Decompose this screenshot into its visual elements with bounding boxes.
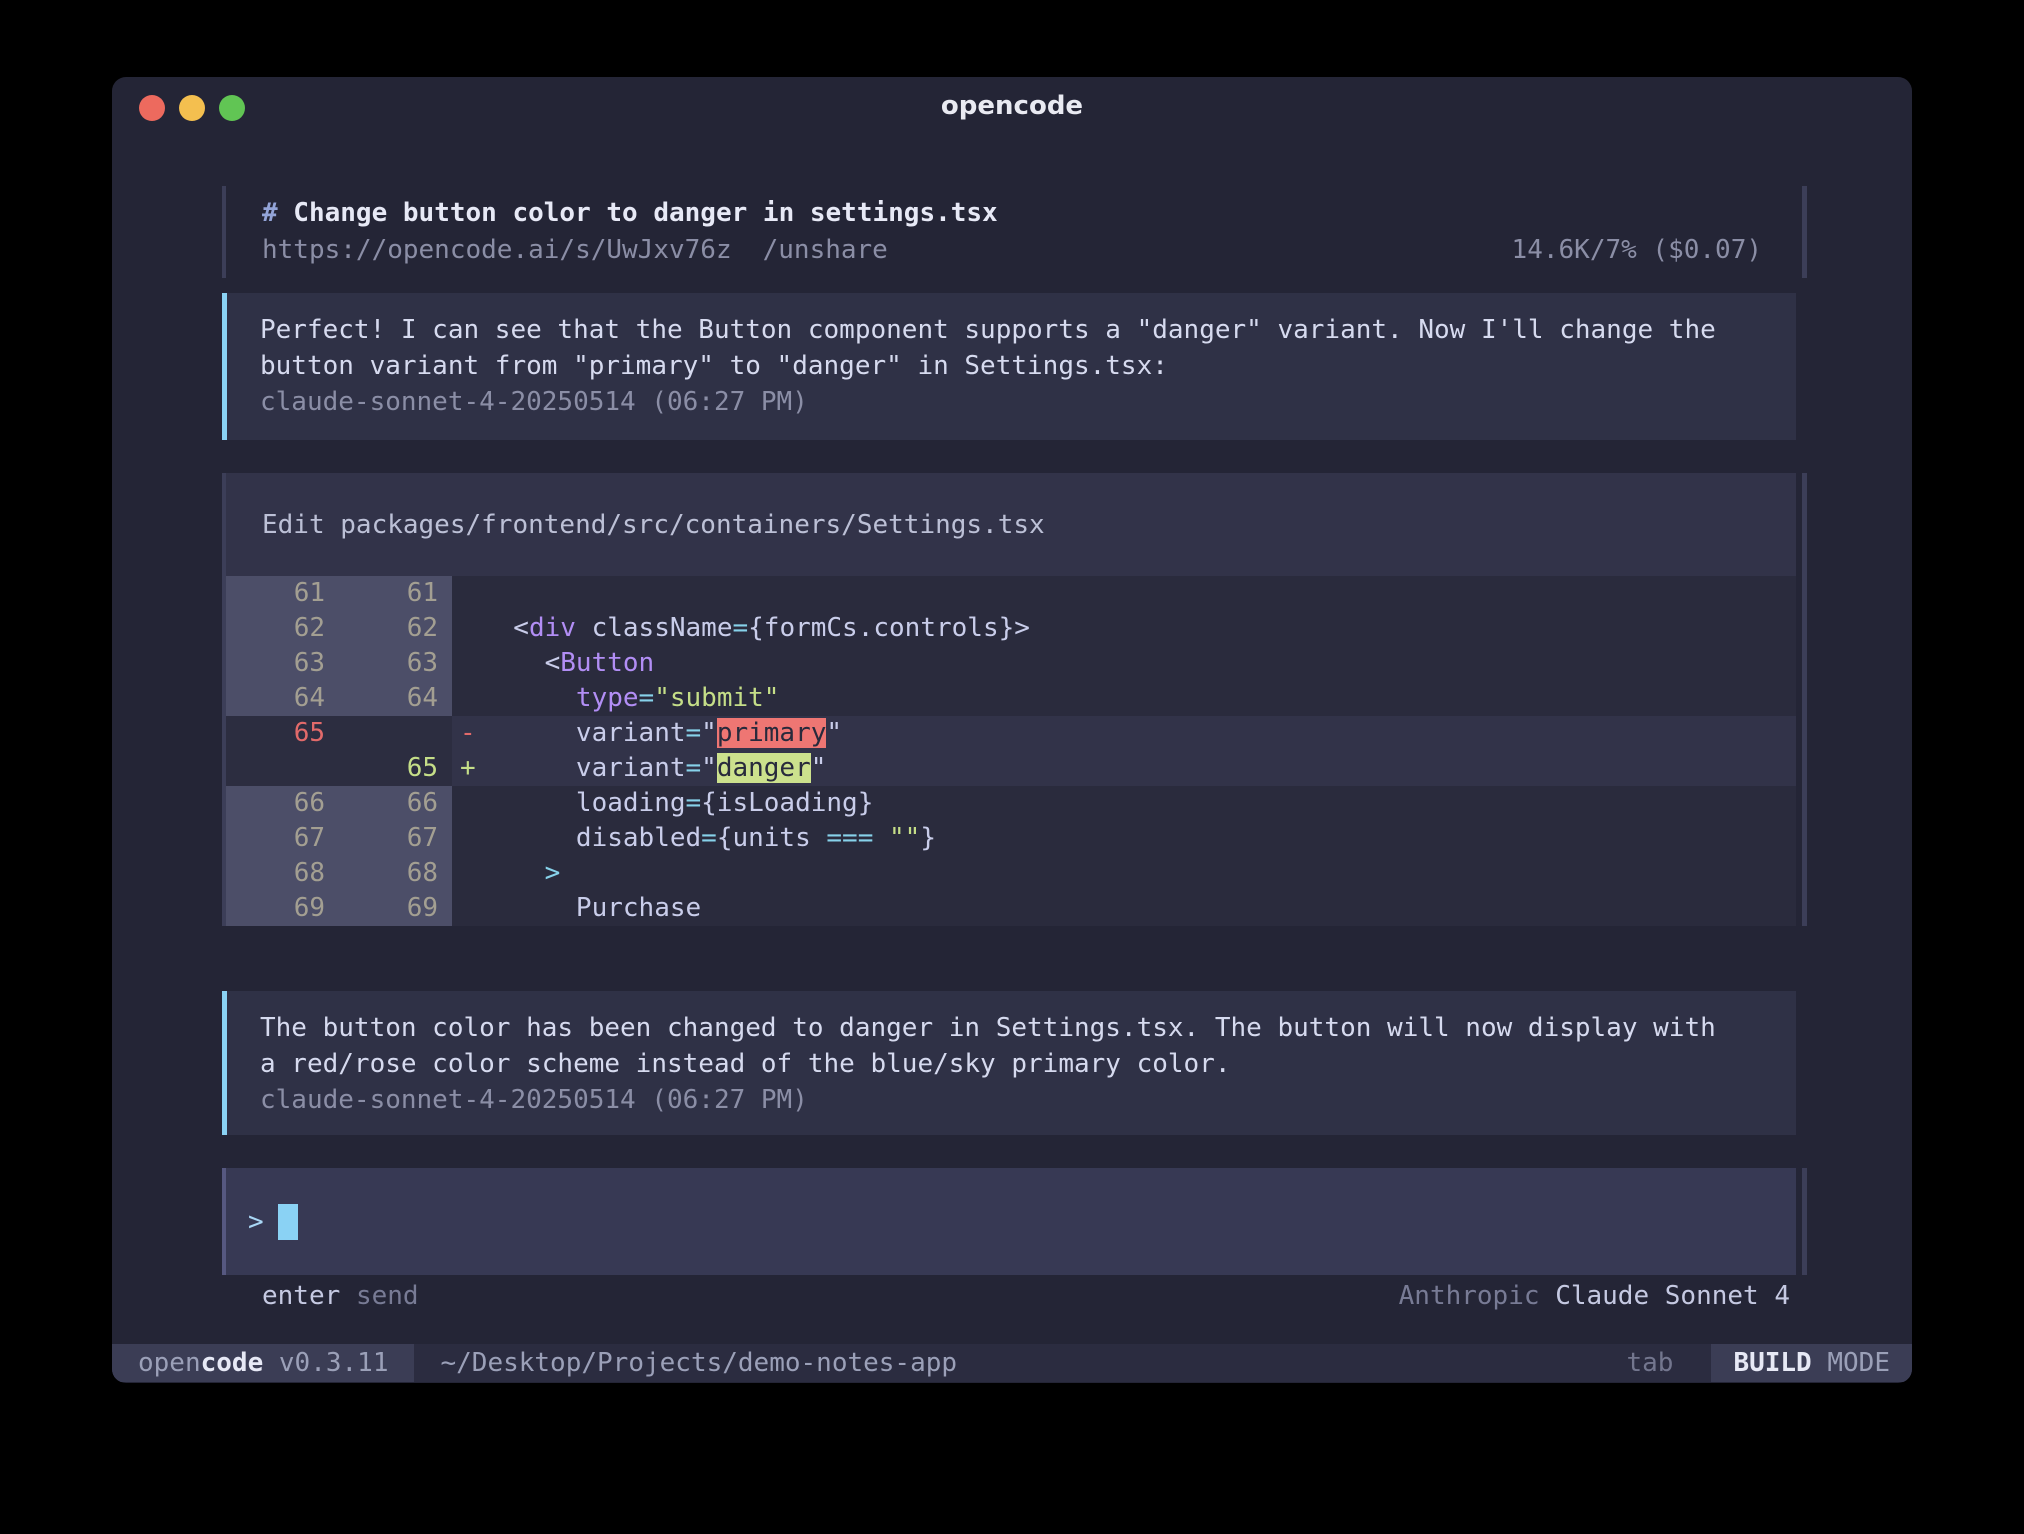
diff-sign [452, 611, 482, 646]
diff-sign [452, 681, 482, 716]
diff-row: 6868 > [226, 856, 1796, 891]
unshare-command[interactable]: /unshare [763, 235, 888, 265]
new-line-number: 61 [339, 576, 452, 611]
app-name-open: open [138, 1348, 201, 1378]
diff-sign [452, 576, 482, 611]
window-titlebar: opencode [112, 77, 1912, 139]
share-url-link[interactable]: https://opencode.ai/s/UwJxv76z [262, 235, 732, 265]
diff-code-line: loading={isLoading} [482, 786, 1796, 821]
send-action-hint: send [356, 1281, 419, 1311]
old-line-number: 62 [226, 611, 339, 646]
diff-sign [452, 891, 482, 926]
old-line-number: 68 [226, 856, 339, 891]
diff-row: 6464 type="submit" [226, 681, 1796, 716]
new-line-number: 65 [339, 751, 452, 786]
diff-sign: - [452, 716, 482, 751]
model-provider: Anthropic [1399, 1281, 1540, 1311]
diff-code-line [482, 576, 1796, 611]
old-line-number [226, 751, 339, 786]
diff-sign: + [452, 751, 482, 786]
message-model-timestamp: claude-sonnet-4-20250514 (06:27 PM) [260, 1082, 1796, 1118]
old-line-number: 63 [226, 646, 339, 681]
diff-row: 6666 loading={isLoading} [226, 786, 1796, 821]
prompt-input[interactable]: > [222, 1168, 1796, 1275]
diff-row: 65+ variant="danger" [226, 751, 1796, 786]
edit-tool-card: Edit packages/frontend/src/containers/Se… [222, 473, 1807, 926]
diff-code-line: type="submit" [482, 681, 1796, 716]
old-line-number: 67 [226, 821, 339, 856]
old-line-number: 66 [226, 786, 339, 821]
assistant-message: Perfect! I can see that the Button compo… [222, 293, 1796, 440]
prompt-symbol: > [248, 1207, 264, 1237]
app-version-badge: opencode v0.3.11 [112, 1344, 414, 1382]
content-column: # Change button color to danger in setti… [222, 186, 1807, 1311]
old-line-number: 64 [226, 681, 339, 716]
diff-row: 6161 [226, 576, 1796, 611]
old-line-number: 61 [226, 576, 339, 611]
diff-row: 6969 Purchase [226, 891, 1796, 926]
window-title: opencode [112, 91, 1912, 121]
model-indicator: Anthropic Claude Sonnet 4 [1399, 1281, 1790, 1311]
session-title-text: Change button color to danger in setting… [278, 198, 998, 228]
diff-code-line: > [482, 856, 1796, 891]
prompt-input-block: > [222, 1168, 1807, 1275]
send-hint: enter send [262, 1281, 419, 1311]
message-line: button variant from "primary" to "danger… [260, 348, 1796, 384]
diff-code-line: disabled={units === ""} [482, 821, 1796, 856]
mode-badge[interactable]: BUILD MODE [1711, 1344, 1912, 1382]
diff-sign [452, 786, 482, 821]
mode-secondary: MODE [1827, 1348, 1890, 1378]
app-version: v0.3.11 [279, 1348, 389, 1378]
diff-sign [452, 646, 482, 681]
mode-primary: BUILD [1733, 1348, 1811, 1378]
edit-tool-header: Edit packages/frontend/src/containers/Se… [226, 473, 1796, 576]
text-cursor [278, 1204, 298, 1240]
diff-sign [452, 856, 482, 891]
model-spacer [1540, 1281, 1556, 1311]
diff-sign [452, 821, 482, 856]
diff-row: 6262 <div className={formCs.controls}> [226, 611, 1796, 646]
new-line-number: 67 [339, 821, 452, 856]
diff-table: 61616262 <div className={formCs.controls… [226, 576, 1796, 926]
new-line-number: 68 [339, 856, 452, 891]
old-line-number: 65 [226, 716, 339, 751]
diff-code-line: <Button [482, 646, 1796, 681]
hash-prefix: # [262, 198, 278, 228]
diff-code-line: Purchase [482, 891, 1796, 926]
enter-key-hint: enter [262, 1281, 340, 1311]
message-model-timestamp: claude-sonnet-4-20250514 (06:27 PM) [260, 384, 1796, 420]
status-bar: opencode v0.3.11 ~/Desktop/Projects/demo… [112, 1344, 1912, 1382]
diff-row: 6363 <Button [226, 646, 1796, 681]
tab-key-hint[interactable]: tab [1626, 1348, 1673, 1378]
new-line-number: 66 [339, 786, 452, 821]
new-line-number: 64 [339, 681, 452, 716]
hint-spacer [340, 1281, 356, 1311]
new-line-number [339, 716, 452, 751]
session-header: # Change button color to danger in setti… [222, 186, 1807, 278]
app-name-code: code [201, 1348, 264, 1378]
hint-row: enter send Anthropic Claude Sonnet 4 [222, 1281, 1807, 1311]
share-url-group: https://opencode.ai/s/UwJxv76z/unshare [262, 232, 888, 269]
message-line: a red/rose color scheme instead of the b… [260, 1046, 1796, 1082]
opencode-window: opencode # Change button color to danger… [112, 77, 1912, 1383]
session-title: # Change button color to danger in setti… [262, 195, 1807, 232]
new-line-number: 69 [339, 891, 452, 926]
diff-code-line: <div className={formCs.controls}> [482, 611, 1796, 646]
diff-code-line: variant="danger" [482, 751, 1796, 786]
session-subline: https://opencode.ai/s/UwJxv76z/unshare 1… [262, 232, 1807, 269]
working-directory-path: ~/Desktop/Projects/demo-notes-app [440, 1348, 957, 1378]
diff-code-line: variant="primary" [482, 716, 1796, 751]
model-name: Claude Sonnet 4 [1555, 1281, 1790, 1311]
message-line: The button color has been changed to dan… [260, 1010, 1796, 1046]
diff-row: 65 - variant="primary" [226, 716, 1796, 751]
old-line-number: 69 [226, 891, 339, 926]
assistant-message: The button color has been changed to dan… [222, 991, 1796, 1135]
new-line-number: 62 [339, 611, 452, 646]
diff-row: 6767 disabled={units === ""} [226, 821, 1796, 856]
message-line: Perfect! I can see that the Button compo… [260, 312, 1796, 348]
token-usage-stats: 14.6K/7% ($0.07) [1512, 232, 1762, 269]
new-line-number: 63 [339, 646, 452, 681]
